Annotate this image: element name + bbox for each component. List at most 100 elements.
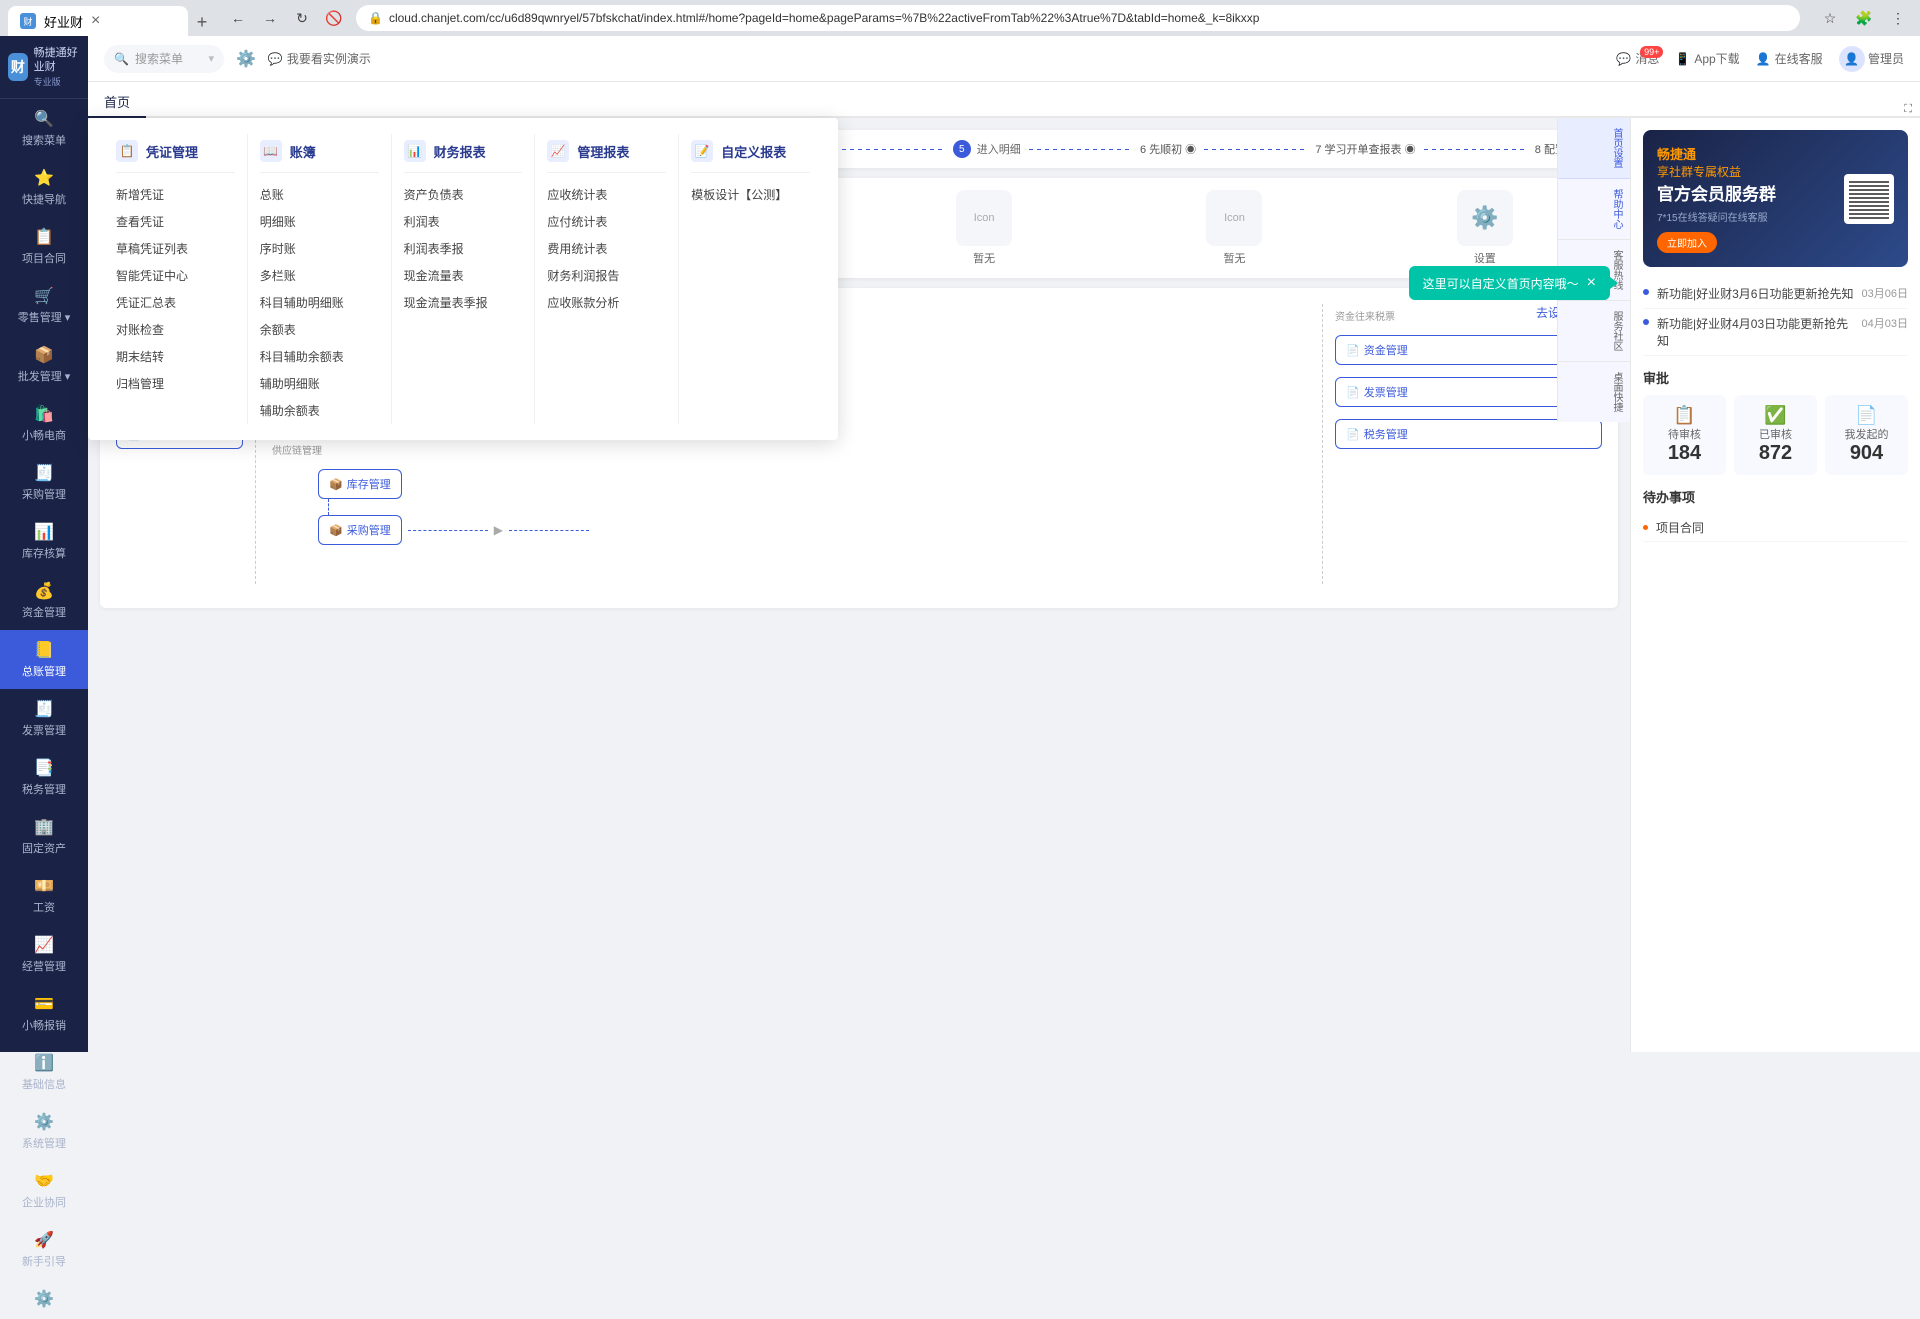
new-tab-btn[interactable]: + <box>188 8 216 36</box>
dd-item-smart-voucher[interactable]: 智能凭证中心 <box>116 262 235 289</box>
app-download-btn[interactable]: 📱 App下载 <box>1675 50 1739 67</box>
pending-count: 184 <box>1653 442 1716 465</box>
dd-item-profit[interactable]: 利润表 <box>404 208 523 235</box>
dd-item-balance[interactable]: 余额表 <box>260 316 379 343</box>
guide-icon: 🚀 <box>34 1230 54 1250</box>
dd-header-voucher: 📋 凭证管理 <box>116 134 235 173</box>
expand-btn[interactable]: ⛶ <box>1904 103 1912 116</box>
sidebar-item-ledger[interactable]: 📒 总账管理 <box>0 630 88 689</box>
dd-item-subject-detail[interactable]: 科目辅助明细账 <box>260 289 379 316</box>
sidebar-item-quick-nav[interactable]: ⭐ 快捷导航 <box>0 158 88 217</box>
approval-mine[interactable]: 📄 我发起的 904 <box>1825 395 1908 475</box>
extensions-btn[interactable]: 🧩 <box>1850 4 1878 32</box>
icon-item-4[interactable]: Icon 暂无 <box>863 190 1105 266</box>
address-bar[interactable]: 🔒 cloud.chanjet.com/cc/u6d89qwnryel/57bf… <box>356 5 1800 31</box>
dd-item-reconcile[interactable]: 对账检查 <box>116 316 235 343</box>
approval-pending[interactable]: 📋 待审核 184 <box>1643 395 1726 475</box>
step-text-5: 进入明细 <box>977 141 1021 157</box>
sidebar-item-guide[interactable]: 🚀 新手引导 <box>0 1220 88 1279</box>
search-expand-btn[interactable]: ▾ <box>208 52 214 65</box>
dd-item-voucher-summary[interactable]: 凭证汇总表 <box>116 289 235 316</box>
todo-item-1[interactable]: 项目合同 <box>1643 514 1908 542</box>
dd-item-archive[interactable]: 归档管理 <box>116 370 235 397</box>
sidebar-item-ecommerce[interactable]: 🛍️ 小畅电商 <box>0 394 88 453</box>
settings-gear-btn[interactable]: ⚙️ <box>236 49 256 69</box>
reload-btn[interactable]: ↻ <box>288 4 316 32</box>
dd-item-profit-report[interactable]: 财务利润报告 <box>547 262 666 289</box>
dd-item-profit-quarterly[interactable]: 利润表季报 <box>404 235 523 262</box>
desktop-shortcut-btn[interactable]: 桌面快捷 <box>1558 362 1630 422</box>
dd-item-new-voucher[interactable]: 新增凭证 <box>116 181 235 208</box>
sidebar-item-system[interactable]: ⚙️ 系统管理 <box>0 1102 88 1161</box>
flow-node-tax[interactable]: 📄 税务管理 <box>1335 419 1602 449</box>
service-community-btn[interactable]: 服务社区 <box>1558 301 1630 362</box>
dd-item-aux-balance[interactable]: 辅助余额表 <box>260 397 379 424</box>
dd-item-detail[interactable]: 明细账 <box>260 208 379 235</box>
home-settings-btn[interactable]: 首页设置 <box>1558 118 1630 179</box>
back-btn[interactable]: ← <box>224 4 252 32</box>
sidebar-item-invoice[interactable]: 🧾 发票管理 <box>0 689 88 748</box>
sidebar-item-project-contract[interactable]: 📋 项目合同 <box>0 217 88 276</box>
guide-step-5[interactable]: 5 进入明细 <box>953 140 1021 158</box>
nav-tabs-bar: 首页 ⛶ <box>88 82 1920 118</box>
dd-item-view-voucher[interactable]: 查看凭证 <box>116 208 235 235</box>
bookmark-btn[interactable]: ☆ <box>1816 4 1844 32</box>
browser-tab[interactable]: 财 好业财 × <box>8 6 188 36</box>
news-item-2[interactable]: 新功能|好业财4月03日功能更新抢先知 04月03日 <box>1643 309 1908 356</box>
icon-item-5[interactable]: Icon 暂无 <box>1113 190 1355 266</box>
dd-item-general[interactable]: 总账 <box>260 181 379 208</box>
step-text-7[interactable]: 7 学习开单查报表 ◉ <box>1315 141 1415 157</box>
dd-item-aux-detail[interactable]: 辅助明细账 <box>260 370 379 397</box>
news-item-1[interactable]: 新功能|好业财3月6日功能更新抢先知 03月06日 <box>1643 279 1908 309</box>
sidebar-item-capital[interactable]: 💰 资金管理 <box>0 571 88 630</box>
flow-dash-purchase <box>408 530 488 531</box>
info-icon: ℹ️ <box>34 1053 54 1073</box>
sidebar-item-retail[interactable]: 🛒 零售管理 ▾ <box>0 276 88 335</box>
flow-node-inventory[interactable]: 📦 库存管理 <box>318 469 402 499</box>
demo-link[interactable]: 💬 我要看实例演示 <box>268 50 371 67</box>
sidebar-item-fixed-assets[interactable]: 🏢 固定资产 <box>0 807 88 866</box>
tab-home[interactable]: 首页 <box>88 86 146 118</box>
sidebar-item-inventory[interactable]: 📊 库存核算 <box>0 512 88 571</box>
sidebar-settings-btn[interactable]: ⚙️ <box>30 1279 58 1319</box>
dd-item-balance-sheet[interactable]: 资产负债表 <box>404 181 523 208</box>
dd-item-draft-voucher[interactable]: 草稿凭证列表 <box>116 235 235 262</box>
dd-header-ledger: 📖 账簿 <box>260 134 379 173</box>
help-center-btn[interactable]: 帮助中心 <box>1558 179 1630 240</box>
dd-item-receivable-stats[interactable]: 应收统计表 <box>547 181 666 208</box>
custom-header-icon: 📝 <box>691 140 713 162</box>
sidebar-item-operations[interactable]: 📈 经营管理 <box>0 925 88 984</box>
sidebar-item-expense[interactable]: 💳 小畅报销 <box>0 984 88 1043</box>
dd-item-sequential[interactable]: 序时账 <box>260 235 379 262</box>
step-text-6[interactable]: 6 先顺初 ◉ <box>1140 141 1196 157</box>
sidebar-item-basic-info[interactable]: ℹ️ 基础信息 <box>0 1043 88 1102</box>
flow-node-purchase[interactable]: 📦 采购管理 <box>318 515 402 545</box>
message-btn[interactable]: 💬 消息 99+ <box>1616 50 1659 67</box>
stop-btn[interactable]: 🚫 <box>320 4 348 32</box>
sidebar-item-payroll[interactable]: 💴 工资 <box>0 866 88 925</box>
online-service-btn[interactable]: 👤 在线客服 <box>1756 50 1823 67</box>
dd-item-expense-stats[interactable]: 费用统计表 <box>547 235 666 262</box>
sidebar-item-search[interactable]: 🔍 搜索菜单 <box>0 99 88 158</box>
search-box[interactable]: 🔍 搜索菜单 ▾ <box>104 45 224 73</box>
dd-item-template-design[interactable]: 模板设计【公测】 <box>691 181 810 208</box>
sidebar-item-collab[interactable]: 🤝 企业协同 <box>0 1161 88 1220</box>
dd-item-period-end[interactable]: 期末结转 <box>116 343 235 370</box>
dd-item-receivable-analysis[interactable]: 应收账款分析 <box>547 289 666 316</box>
dd-item-cashflow-quarterly[interactable]: 现金流量表季报 <box>404 289 523 316</box>
tooltip-close-btn[interactable]: × <box>1587 274 1596 292</box>
todo-dot-1 <box>1643 525 1648 530</box>
sidebar-item-purchase[interactable]: 🧾 采购管理 <box>0 453 88 512</box>
dd-item-cashflow[interactable]: 现金流量表 <box>404 262 523 289</box>
forward-btn[interactable]: → <box>256 4 284 32</box>
user-avatar[interactable]: 👤 管理员 <box>1839 46 1904 72</box>
dd-item-payable-stats[interactable]: 应付统计表 <box>547 208 666 235</box>
browser-menu-btn[interactable]: ⋮ <box>1884 4 1912 32</box>
join-btn[interactable]: 立即加入 <box>1657 232 1717 253</box>
sidebar-item-wholesale[interactable]: 📦 批发管理 ▾ <box>0 335 88 394</box>
dd-item-subject-balance[interactable]: 科目辅助余额表 <box>260 343 379 370</box>
sidebar-item-tax[interactable]: 📑 税务管理 <box>0 748 88 807</box>
dd-item-multi-col[interactable]: 多栏账 <box>260 262 379 289</box>
approval-done[interactable]: ✅ 已审核 872 <box>1734 395 1817 475</box>
tab-close-btn[interactable]: × <box>91 12 100 30</box>
